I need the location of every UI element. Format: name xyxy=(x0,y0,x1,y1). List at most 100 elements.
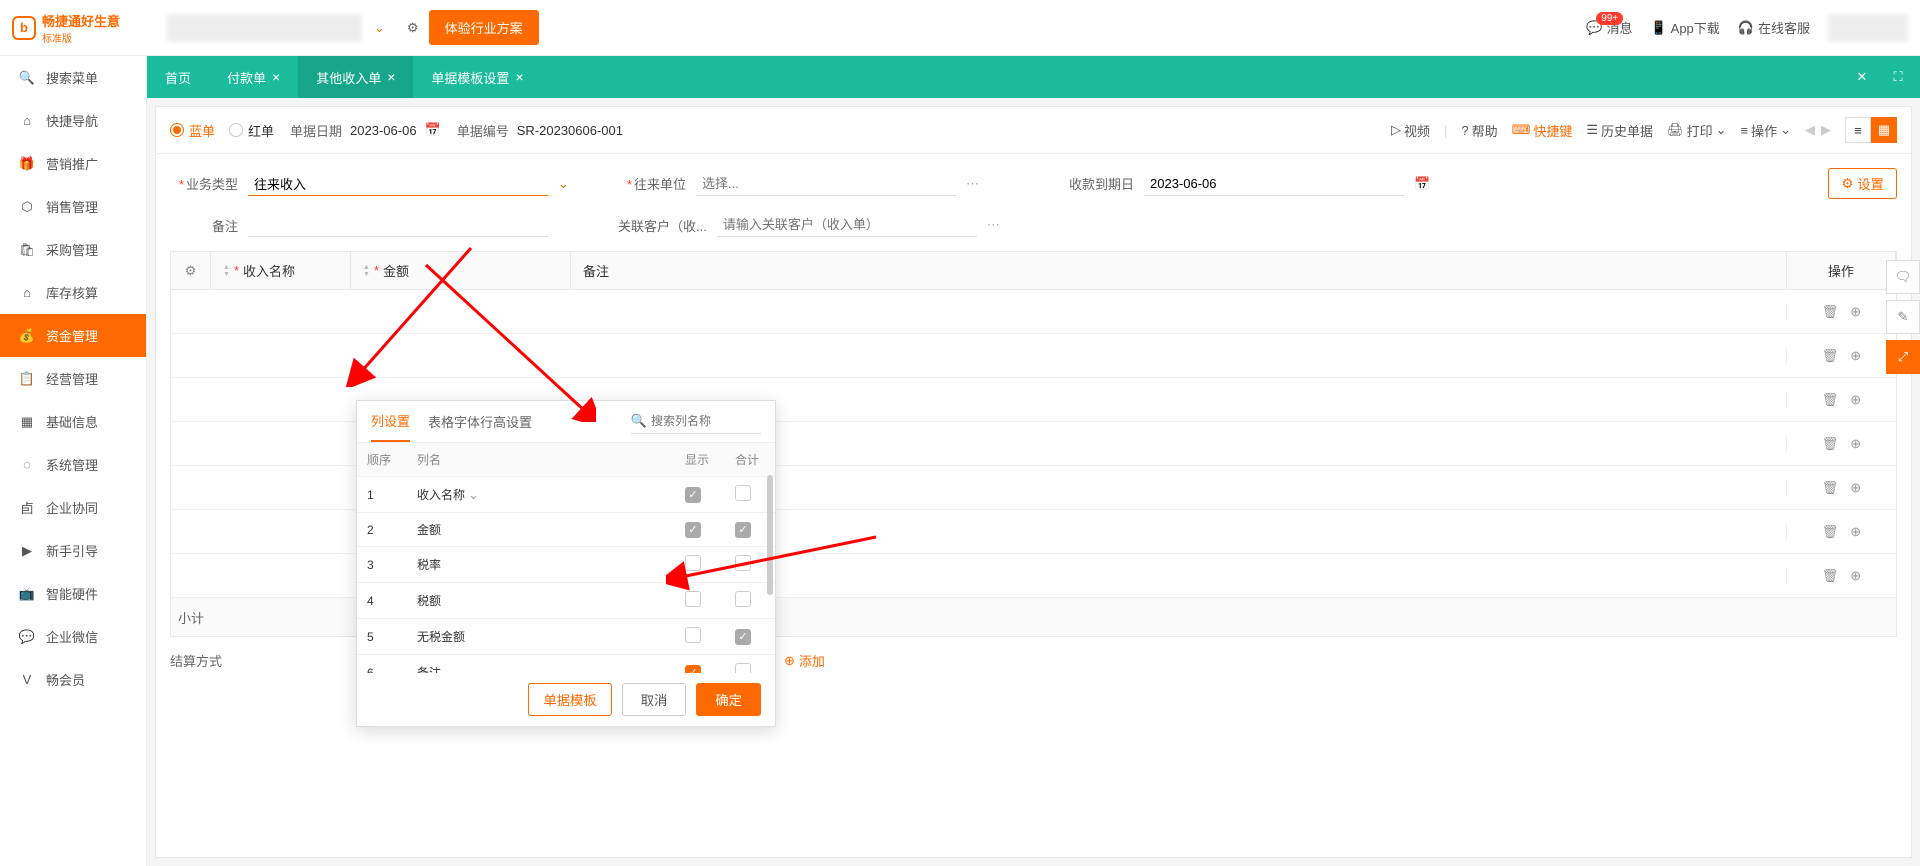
biz-type-input[interactable] xyxy=(248,172,548,196)
sort-icon[interactable]: ▲▼ xyxy=(363,264,370,278)
sidebar-item[interactable]: ◌系统管理 xyxy=(0,443,146,486)
delete-icon[interactable]: 🗑 xyxy=(1822,348,1839,364)
col-header-amount[interactable]: ▲▼ *金额 xyxy=(351,252,571,289)
tab-fullscreen-icon[interactable]: ⛶ xyxy=(1884,63,1912,91)
checkbox-checked[interactable] xyxy=(685,522,701,538)
delete-icon[interactable]: 🗑 xyxy=(1822,480,1839,496)
app-download-button[interactable]: 📱 App下载 xyxy=(1650,18,1719,37)
tab[interactable]: 首页 xyxy=(147,56,209,98)
sidebar-item[interactable]: 🔍搜索菜单 xyxy=(0,56,146,99)
template-button[interactable]: 单据模板 xyxy=(528,683,611,716)
checkbox[interactable] xyxy=(735,663,751,673)
remark-input[interactable] xyxy=(248,213,548,237)
calendar-icon[interactable]: 📅 xyxy=(1414,176,1430,192)
sidebar-item[interactable]: ⌂快捷导航 xyxy=(0,99,146,142)
popup-search[interactable]: 🔍 xyxy=(631,413,761,434)
rail-edit-icon[interactable]: ✎ xyxy=(1886,300,1920,334)
close-icon[interactable]: × xyxy=(272,69,280,85)
more-icon[interactable]: ⋯ xyxy=(966,176,981,192)
radio-blue[interactable]: 蓝单 xyxy=(170,121,215,140)
popup-tab-font[interactable]: 表格字体行高设置 xyxy=(428,412,532,441)
partner-input[interactable] xyxy=(696,172,956,196)
close-icon[interactable]: × xyxy=(387,69,395,85)
sidebar-item[interactable]: 卣企业协同 xyxy=(0,486,146,529)
chevron-down-icon[interactable]: ⌄ xyxy=(558,176,569,192)
delete-icon[interactable]: 🗑 xyxy=(1822,524,1839,540)
company-name-blurred[interactable] xyxy=(167,14,362,42)
video-button[interactable]: ▷视频 xyxy=(1391,121,1430,140)
copy-icon[interactable]: ⊕ xyxy=(1850,524,1861,540)
sidebar-item[interactable]: ▶新手引导 xyxy=(0,529,146,572)
due-date-input[interactable] xyxy=(1144,172,1404,196)
operate-button[interactable]: ≡操作⌄ xyxy=(1740,121,1791,140)
tab[interactable]: 其他收入单× xyxy=(298,56,413,98)
print-button[interactable]: 🖨打印⌄ xyxy=(1667,121,1726,140)
popup-tab-columns[interactable]: 列设置 xyxy=(371,411,410,442)
copy-icon[interactable]: ⊕ xyxy=(1850,568,1861,584)
checkbox[interactable] xyxy=(685,627,701,643)
doc-date-value[interactable]: 2023-06-06 xyxy=(350,123,417,138)
delete-icon[interactable]: 🗑 xyxy=(1822,392,1839,408)
sidebar-item[interactable]: 📋经营管理 xyxy=(0,357,146,400)
sidebar-item[interactable]: 💬企业微信 xyxy=(0,615,146,658)
checkbox[interactable] xyxy=(685,591,701,607)
checkbox-checked[interactable] xyxy=(685,665,701,674)
checkbox[interactable] xyxy=(735,555,751,571)
online-service-button[interactable]: 🎧 在线客服 xyxy=(1738,18,1810,37)
view-list-icon[interactable]: ≡ xyxy=(1845,117,1871,143)
shortcut-button[interactable]: ⌨快捷键 xyxy=(1512,121,1573,140)
sidebar-item[interactable]: ▦基础信息 xyxy=(0,400,146,443)
copy-icon[interactable]: ⊕ xyxy=(1850,436,1861,452)
tab[interactable]: 付款单× xyxy=(209,56,298,98)
sidebar-item[interactable]: 🛍采购管理 xyxy=(0,228,146,271)
cancel-button[interactable]: 取消 xyxy=(622,683,687,716)
copy-icon[interactable]: ⊕ xyxy=(1850,348,1861,364)
prev-page-icon[interactable]: ◀ xyxy=(1805,122,1815,138)
column-settings-gear-icon[interactable]: ⚙ xyxy=(171,252,211,289)
delete-icon[interactable]: 🗑 xyxy=(1822,568,1839,584)
col-header-income-name[interactable]: ▲▼ *收入名称 xyxy=(211,252,351,289)
gear-icon[interactable]: ⚙ xyxy=(407,20,419,36)
calendar-icon[interactable]: 📅 xyxy=(425,122,441,138)
sidebar-item[interactable]: ⌂库存核算 xyxy=(0,271,146,314)
rail-expand-icon[interactable]: ⤢ xyxy=(1886,340,1920,374)
more-icon[interactable]: ⋯ xyxy=(987,217,1002,233)
col-header-remark[interactable]: 备注 xyxy=(571,252,1786,289)
radio-red[interactable]: 红单 xyxy=(229,121,274,140)
tab[interactable]: 单据模板设置× xyxy=(413,56,541,98)
table-row[interactable]: 🗑⊕ xyxy=(171,290,1896,334)
table-row[interactable]: 🗑⊕ xyxy=(171,334,1896,378)
copy-icon[interactable]: ⊕ xyxy=(1850,480,1861,496)
user-info-blurred[interactable] xyxy=(1828,14,1908,42)
popup-search-input[interactable] xyxy=(651,414,761,428)
sort-icon[interactable]: ▲▼ xyxy=(223,264,230,278)
sidebar-item[interactable]: 🎁营销推广 xyxy=(0,142,146,185)
scrollbar-thumb[interactable] xyxy=(767,475,773,595)
sidebar-item[interactable]: V畅会员 xyxy=(0,658,146,701)
checkbox[interactable] xyxy=(685,555,701,571)
message-button[interactable]: 💬 消息 99+ xyxy=(1586,18,1632,37)
tab-close-all-icon[interactable]: ✕ xyxy=(1848,63,1876,91)
settings-button[interactable]: ⚙设置 xyxy=(1828,168,1897,199)
checkbox-checked[interactable] xyxy=(685,487,701,503)
trial-button[interactable]: 体验行业方案 xyxy=(429,10,539,45)
company-dropdown-icon[interactable]: ⌄ xyxy=(374,20,385,36)
delete-icon[interactable]: 🗑 xyxy=(1822,304,1839,320)
close-icon[interactable]: × xyxy=(515,69,523,85)
sidebar-item[interactable]: ⬡销售管理 xyxy=(0,185,146,228)
copy-icon[interactable]: ⊕ xyxy=(1850,392,1861,408)
sidebar-item[interactable]: 📺智能硬件 xyxy=(0,572,146,615)
delete-icon[interactable]: 🗑 xyxy=(1822,436,1839,452)
ok-button[interactable]: 确定 xyxy=(696,683,761,716)
checkbox-checked[interactable] xyxy=(735,522,751,538)
next-page-icon[interactable]: ▶ xyxy=(1821,122,1831,138)
chevron-down-icon[interactable]: ⌄ xyxy=(468,488,478,502)
copy-icon[interactable]: ⊕ xyxy=(1850,304,1861,320)
rel-customer-input[interactable] xyxy=(717,213,977,237)
checkbox[interactable] xyxy=(735,591,751,607)
rail-note-icon[interactable]: 🗨 xyxy=(1886,260,1920,294)
checkbox-checked[interactable] xyxy=(735,629,751,645)
view-grid-icon[interactable]: ▦ xyxy=(1871,117,1897,143)
sidebar-item[interactable]: 💰资金管理 xyxy=(0,314,146,357)
add-button[interactable]: ⊕添加 xyxy=(784,651,825,670)
